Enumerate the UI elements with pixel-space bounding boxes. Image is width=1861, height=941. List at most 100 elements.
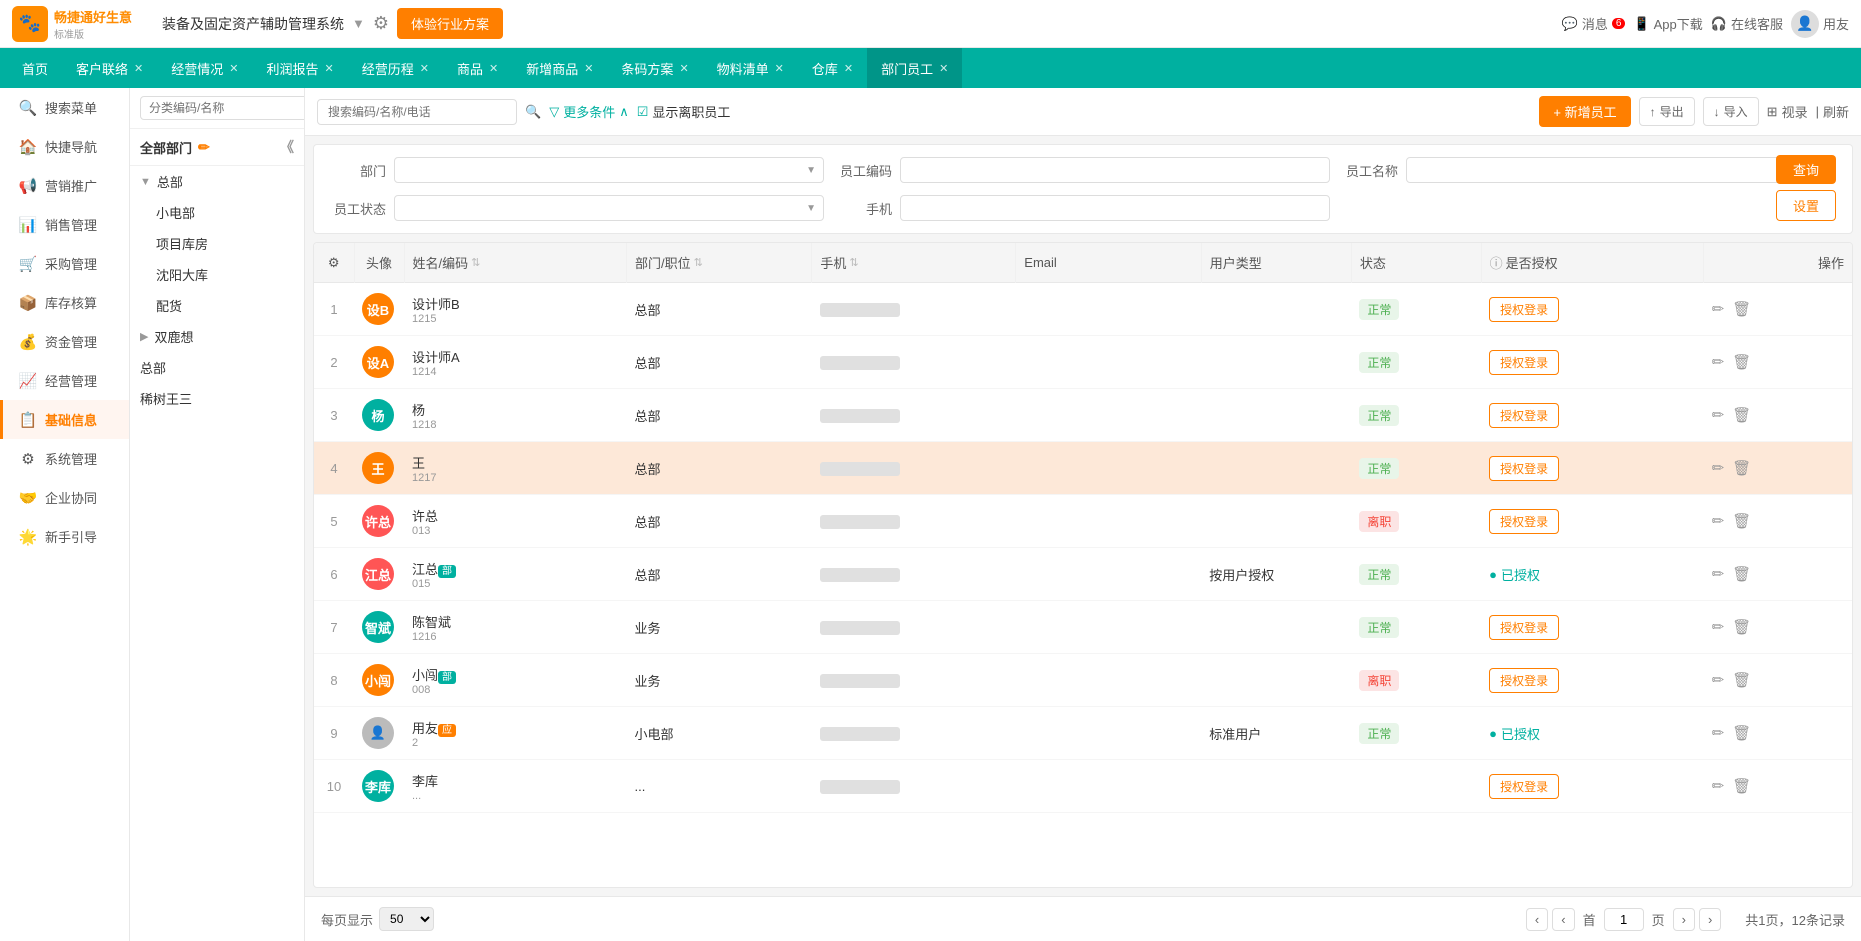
tab-barcode[interactable]: 条码方案✕ (607, 48, 702, 88)
tab-barcode-close[interactable]: ✕ (679, 62, 688, 75)
tab-bom-close[interactable]: ✕ (775, 62, 784, 75)
tree-all-dept[interactable]: 全部部门 ✏ 《 (130, 129, 304, 166)
tree-node-shuanglu[interactable]: ▶ 双鹿想 (130, 321, 304, 352)
sidebar-item-navigation[interactable]: 🏠 快捷导航 (0, 127, 129, 166)
user-menu-button[interactable]: 👤 用友 (1791, 10, 1849, 38)
tab-profit[interactable]: 利润报告✕ (252, 48, 347, 88)
tab-department[interactable]: 部门员工✕ (867, 48, 962, 88)
import-button[interactable]: ↓ 导入 (1703, 97, 1759, 126)
online-service-button[interactable]: 🎧 在线客服 (1711, 14, 1783, 33)
page-input[interactable] (1604, 908, 1644, 931)
dept-select[interactable] (394, 157, 824, 183)
auth-button[interactable]: 授权登录 (1489, 456, 1559, 481)
print-button[interactable]: | 刷新 (1816, 102, 1849, 121)
tab-history-close[interactable]: ✕ (420, 62, 429, 75)
tab-home[interactable]: 首页 (8, 48, 62, 88)
edit-icon[interactable]: ✏ (1712, 406, 1725, 424)
tab-warehouse-close[interactable]: ✕ (844, 62, 853, 75)
tab-warehouse[interactable]: 仓库✕ (798, 48, 867, 88)
tree-edit-icon[interactable]: ✏ (198, 139, 210, 156)
search-input[interactable] (317, 99, 517, 125)
delete-icon[interactable]: 🗑 (1732, 406, 1751, 424)
tab-profit-close[interactable]: ✕ (325, 62, 334, 75)
delete-icon[interactable]: 🗑 (1732, 353, 1751, 371)
message-button[interactable]: 💬 消息 6 (1562, 14, 1626, 33)
phone-input[interactable] (900, 195, 1330, 221)
tab-operation-close[interactable]: ✕ (229, 62, 238, 75)
edit-icon[interactable]: ✏ (1712, 565, 1725, 583)
tab-customer-close[interactable]: ✕ (134, 62, 143, 75)
show-resign-toggle[interactable]: ☑ 显示离职员工 (637, 102, 731, 121)
more-conditions-button[interactable]: ▽ 更多条件 ∧ (549, 102, 629, 121)
sidebar-item-management[interactable]: 📈 经营管理 (0, 361, 129, 400)
prev-page-button[interactable]: ‹ (1552, 908, 1574, 931)
sidebar-item-collab[interactable]: 🤝 企业协同 (0, 478, 129, 517)
tree-node-zongbu[interactable]: 总部 (130, 352, 304, 383)
title-dropdown-icon[interactable]: ▼ (352, 16, 365, 31)
status-select[interactable] (394, 195, 824, 221)
last-page-button[interactable]: › (1699, 908, 1721, 931)
tab-new-goods[interactable]: 新增商品✕ (512, 48, 607, 88)
delete-icon[interactable]: 🗑 (1732, 724, 1751, 742)
sort-dept-icon[interactable]: ⇅ (694, 256, 703, 269)
delete-icon[interactable]: 🗑 (1732, 777, 1751, 795)
tree-collapse-btn[interactable]: 《 (280, 137, 294, 157)
tab-history[interactable]: 经营历程✕ (348, 48, 443, 88)
edit-icon[interactable]: ✏ (1712, 459, 1725, 477)
edit-icon[interactable]: ✏ (1712, 353, 1725, 371)
th-dept[interactable]: 部门/职位 ⇅ (626, 243, 811, 283)
tab-customer[interactable]: 客户联络✕ (62, 48, 157, 88)
edit-icon[interactable]: ✏ (1712, 300, 1725, 318)
auth-button[interactable]: 授权登录 (1489, 509, 1559, 534)
auth-button[interactable]: 授权登录 (1489, 403, 1559, 428)
tree-node-total[interactable]: ▼ 总部 (130, 166, 304, 197)
gear-button[interactable]: ⚙ (373, 13, 389, 34)
sort-name-icon[interactable]: ⇅ (471, 256, 480, 269)
edit-icon[interactable]: ✏ (1712, 618, 1725, 636)
sidebar-item-inventory[interactable]: 📦 库存核算 (0, 283, 129, 322)
sidebar-item-purchase[interactable]: 🛒 采购管理 (0, 244, 129, 283)
delete-icon[interactable]: 🗑 (1732, 618, 1751, 636)
tree-node-shenyang[interactable]: 沈阳大库 (146, 259, 304, 290)
next-page-button[interactable]: › (1673, 908, 1695, 931)
sidebar-item-search[interactable]: 🔍 搜索菜单 (0, 88, 129, 127)
sidebar-item-marketing[interactable]: 📢 营销推广 (0, 166, 129, 205)
employee-name-input[interactable] (1406, 157, 1836, 183)
sidebar-item-sales[interactable]: 📊 销售管理 (0, 205, 129, 244)
tree-search-input[interactable] (140, 96, 305, 120)
auth-button[interactable]: 授权登录 (1489, 350, 1559, 375)
edit-icon[interactable]: ✏ (1712, 671, 1725, 689)
tab-goods-close[interactable]: ✕ (489, 62, 498, 75)
auth-button[interactable]: 授权登录 (1489, 297, 1559, 322)
query-button[interactable]: 查询 (1776, 155, 1836, 184)
sidebar-item-system[interactable]: ⚙ 系统管理 (0, 439, 129, 478)
delete-icon[interactable]: 🗑 (1732, 512, 1751, 530)
delete-icon[interactable]: 🗑 (1732, 671, 1751, 689)
tree-node-peihuo[interactable]: 配货 (146, 290, 304, 321)
delete-icon[interactable]: 🗑 (1732, 459, 1751, 477)
employee-code-input[interactable] (900, 157, 1330, 183)
per-page-select[interactable]: 50 20 100 (379, 907, 434, 931)
view-button[interactable]: ⊞ 视录 (1767, 102, 1808, 121)
app-download-button[interactable]: 📱 App下载 (1633, 14, 1702, 33)
search-filter-button[interactable]: 🔍 (525, 104, 541, 120)
tab-department-close[interactable]: ✕ (939, 62, 948, 75)
sort-phone-icon[interactable]: ⇅ (849, 256, 858, 269)
sidebar-item-finance[interactable]: 💰 资金管理 (0, 322, 129, 361)
edit-icon[interactable]: ✏ (1712, 724, 1725, 742)
trial-button[interactable]: 体验行业方案 (397, 8, 503, 39)
tab-bom[interactable]: 物料清单✕ (703, 48, 798, 88)
tree-node-xiangku[interactable]: 项目库房 (146, 228, 304, 259)
delete-icon[interactable]: 🗑 (1732, 300, 1751, 318)
tree-node-xishu[interactable]: 稀树王三 (130, 383, 304, 414)
export-button[interactable]: ↑ 导出 (1639, 97, 1695, 126)
edit-icon[interactable]: ✏ (1712, 777, 1725, 795)
edit-icon[interactable]: ✏ (1712, 512, 1725, 530)
tab-operation[interactable]: 经营情况✕ (157, 48, 252, 88)
delete-icon[interactable]: 🗑 (1732, 565, 1751, 583)
set-button[interactable]: 设置 (1776, 190, 1836, 221)
th-name[interactable]: 姓名/编码 ⇅ (404, 243, 626, 283)
add-employee-button[interactable]: + 新增员工 (1539, 96, 1630, 127)
th-phone[interactable]: 手机 ⇅ (812, 243, 1016, 283)
auth-button[interactable]: 授权登录 (1489, 668, 1559, 693)
